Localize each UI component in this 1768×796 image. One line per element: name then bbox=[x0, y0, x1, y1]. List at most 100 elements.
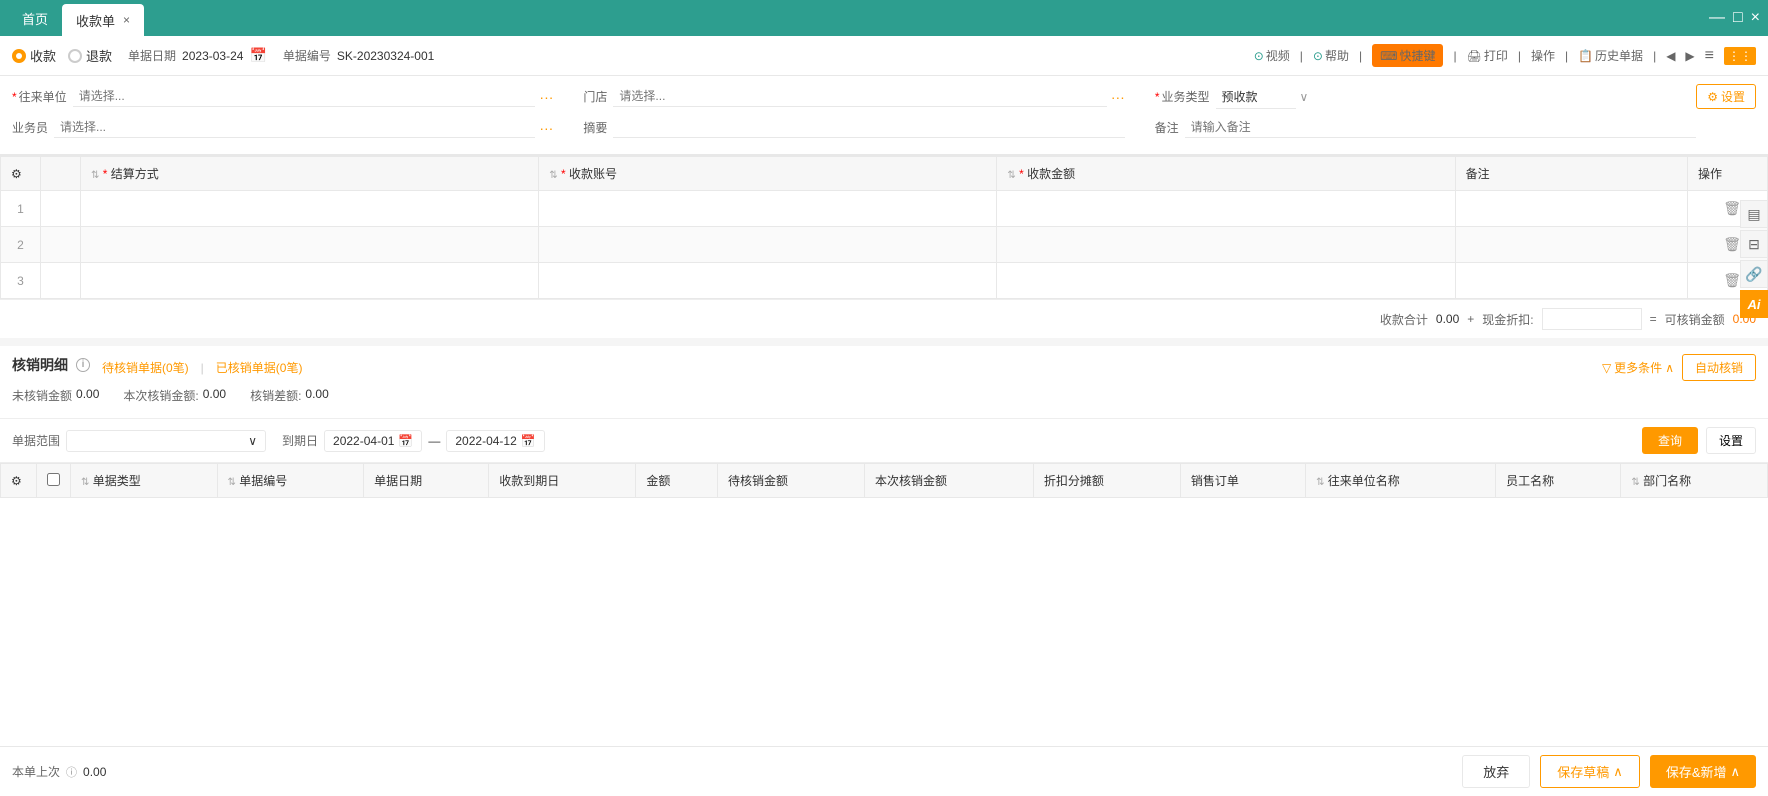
divider3: | bbox=[1453, 49, 1456, 63]
print-btn[interactable]: 🖨 打印 bbox=[1467, 47, 1508, 64]
save-new-button[interactable]: 保存&新增 ∧ bbox=[1650, 755, 1756, 788]
remark-field: 备注 bbox=[1155, 117, 1696, 138]
sort-icon2: ⇅ bbox=[549, 170, 557, 181]
salesperson-ellipsis-icon[interactable]: ··· bbox=[539, 120, 553, 136]
employee-label-th: 员工名称 bbox=[1506, 474, 1554, 488]
bottom-info-icon[interactable]: ⓘ bbox=[66, 764, 77, 780]
save-new-caret-icon: ∧ bbox=[1730, 764, 1740, 780]
date-to[interactable]: 2022-04-12 📅 bbox=[446, 430, 544, 452]
detail-settings-gear-icon[interactable]: ⚙ bbox=[11, 474, 22, 488]
delete-icon-1[interactable]: 🗑 bbox=[1723, 200, 1741, 217]
sort-icon-type: ⇅ bbox=[81, 477, 89, 488]
settings-label: 设置 bbox=[1721, 88, 1745, 105]
range-filter: 单据范围 ∨ bbox=[12, 430, 266, 452]
restore-icon[interactable]: □ bbox=[1733, 9, 1743, 27]
tab-done[interactable]: 已核销单据(0笔) bbox=[216, 359, 303, 376]
date-from-icon[interactable]: 📅 bbox=[398, 434, 413, 448]
row-account-3[interactable] bbox=[539, 263, 997, 299]
detail-col-settings[interactable]: ⚙ bbox=[1, 464, 37, 498]
counterpart-input[interactable] bbox=[73, 86, 536, 107]
salesperson-input[interactable] bbox=[54, 117, 535, 138]
sidebar-icon-link[interactable]: 🔗 bbox=[1740, 260, 1768, 288]
divider4: | bbox=[1518, 49, 1521, 63]
date-from[interactable]: 2022-04-01 📅 bbox=[324, 430, 422, 452]
tab-home[interactable]: 首页 bbox=[8, 0, 62, 36]
range-select[interactable]: ∨ bbox=[66, 430, 266, 452]
row-amount-3[interactable] bbox=[997, 263, 1455, 299]
sidebar-icon-ai[interactable]: Ai bbox=[1740, 290, 1768, 318]
row-settlement-2[interactable] bbox=[81, 227, 539, 263]
counterpart-ellipsis-icon[interactable]: ··· bbox=[539, 89, 553, 105]
prev-icon[interactable]: ◀ bbox=[1666, 49, 1675, 63]
row-settlement-3[interactable] bbox=[81, 263, 539, 299]
help-btn[interactable]: ⊙ 帮助 bbox=[1313, 47, 1349, 64]
date-label-th: 单据日期 bbox=[374, 474, 422, 488]
video-btn[interactable]: ⊙ 视频 bbox=[1254, 47, 1290, 64]
sidebar-icon-list[interactable]: ⊟ bbox=[1740, 230, 1768, 258]
radio-payment[interactable]: 收款 bbox=[12, 46, 56, 65]
form-row-2: 业务员 ··· 摘要 备注 bbox=[12, 117, 1756, 138]
row-remark-1[interactable] bbox=[1455, 191, 1687, 227]
col-settings-header[interactable]: ⚙ bbox=[1, 157, 41, 191]
date-value[interactable]: 2023-03-24 bbox=[182, 49, 243, 63]
tab-active[interactable]: 收款单 × bbox=[62, 4, 144, 36]
radio-refund[interactable]: 退款 bbox=[68, 46, 112, 65]
settings-gear-icon[interactable]: ⚙ bbox=[11, 167, 22, 181]
stat-diff: 核销差额: 0.00 bbox=[250, 387, 329, 404]
query-button[interactable]: 查询 bbox=[1642, 427, 1698, 454]
delete-icon-3[interactable]: 🗑 bbox=[1723, 272, 1741, 289]
sidebar-icon-table[interactable]: ▤ bbox=[1740, 200, 1768, 228]
settings-button[interactable]: ⚙ 设置 bbox=[1696, 84, 1756, 109]
due-label-th: 收款到期日 bbox=[499, 474, 559, 488]
discount-input[interactable] bbox=[1542, 308, 1642, 330]
hexiao-info-icon[interactable]: i bbox=[76, 358, 90, 372]
save-draft-button[interactable]: 保存草稿 ∧ bbox=[1540, 755, 1640, 788]
filter-setting-button[interactable]: 设置 bbox=[1706, 427, 1756, 454]
detail-header-row: ⚙ ⇅ 单据类型 ⇅ 单据编号 bbox=[1, 464, 1768, 498]
row-remark-3[interactable] bbox=[1455, 263, 1687, 299]
calendar-icon[interactable]: 📅 bbox=[249, 47, 266, 64]
row-remark-2[interactable] bbox=[1455, 227, 1687, 263]
more-conditions-btn[interactable]: ▽ 更多条件 ∧ bbox=[1602, 359, 1674, 376]
divider2: | bbox=[1359, 49, 1362, 63]
business-type-value[interactable]: 预收款 bbox=[1216, 85, 1296, 109]
view-list-icon[interactable]: ≡ bbox=[1705, 47, 1714, 65]
detail-col-counterpart-header: ⇅ 往来单位名称 bbox=[1306, 464, 1496, 498]
row-amount-2[interactable] bbox=[997, 227, 1455, 263]
date-to-icon[interactable]: 📅 bbox=[521, 434, 536, 448]
tab-close-icon[interactable]: × bbox=[123, 13, 130, 27]
radio-refund-dot bbox=[68, 49, 82, 63]
business-type-caret-icon[interactable]: ∨ bbox=[1300, 90, 1309, 104]
close-icon[interactable]: × bbox=[1751, 9, 1760, 27]
doc-no-field: 单据编号 SK-20230324-001 bbox=[283, 47, 434, 64]
salesperson-field: 业务员 ··· bbox=[12, 117, 553, 138]
operations-btn[interactable]: 操作 bbox=[1531, 47, 1555, 64]
remark-input[interactable] bbox=[1185, 117, 1696, 138]
history-btn[interactable]: 📋 历史单据 bbox=[1578, 47, 1643, 64]
detail-select-all-checkbox[interactable] bbox=[47, 473, 60, 486]
store-input[interactable] bbox=[613, 86, 1106, 107]
amount-label-th: 金额 bbox=[646, 474, 670, 488]
store-label: 门店 bbox=[583, 88, 607, 105]
tab-active-label: 收款单 bbox=[76, 11, 115, 30]
shortcut-btn[interactable]: ⌨ 快捷键 bbox=[1372, 44, 1443, 67]
tab-pending[interactable]: 待核销单据(0笔) bbox=[102, 359, 189, 376]
minimize-icon[interactable]: — bbox=[1709, 9, 1725, 27]
view-grid-icon[interactable]: ⋮⋮ bbox=[1724, 47, 1756, 65]
row-amount-1[interactable] bbox=[997, 191, 1455, 227]
delete-icon-2[interactable]: 🗑 bbox=[1723, 236, 1741, 253]
next-icon[interactable]: ▶ bbox=[1685, 49, 1694, 63]
summary-input[interactable] bbox=[613, 117, 1124, 138]
row-settlement-1[interactable] bbox=[81, 191, 539, 227]
filter-row: 单据范围 ∨ 到期日 2022-04-01 📅 — 2022-04-12 � bbox=[0, 419, 1768, 463]
tab-bar: 首页 收款单 × — □ × bbox=[0, 0, 1768, 36]
business-type-label: 业务类型 bbox=[1161, 88, 1209, 105]
row-num-2: 2 bbox=[17, 238, 24, 252]
req-mark2: * bbox=[1155, 90, 1160, 104]
doc-no-value[interactable]: SK-20230324-001 bbox=[337, 49, 434, 63]
store-ellipsis-icon[interactable]: ··· bbox=[1111, 89, 1125, 105]
row-account-1[interactable] bbox=[539, 191, 997, 227]
auto-hexiao-btn[interactable]: 自动核销 bbox=[1682, 354, 1756, 381]
abandon-button[interactable]: 放弃 bbox=[1462, 755, 1530, 788]
row-account-2[interactable] bbox=[539, 227, 997, 263]
